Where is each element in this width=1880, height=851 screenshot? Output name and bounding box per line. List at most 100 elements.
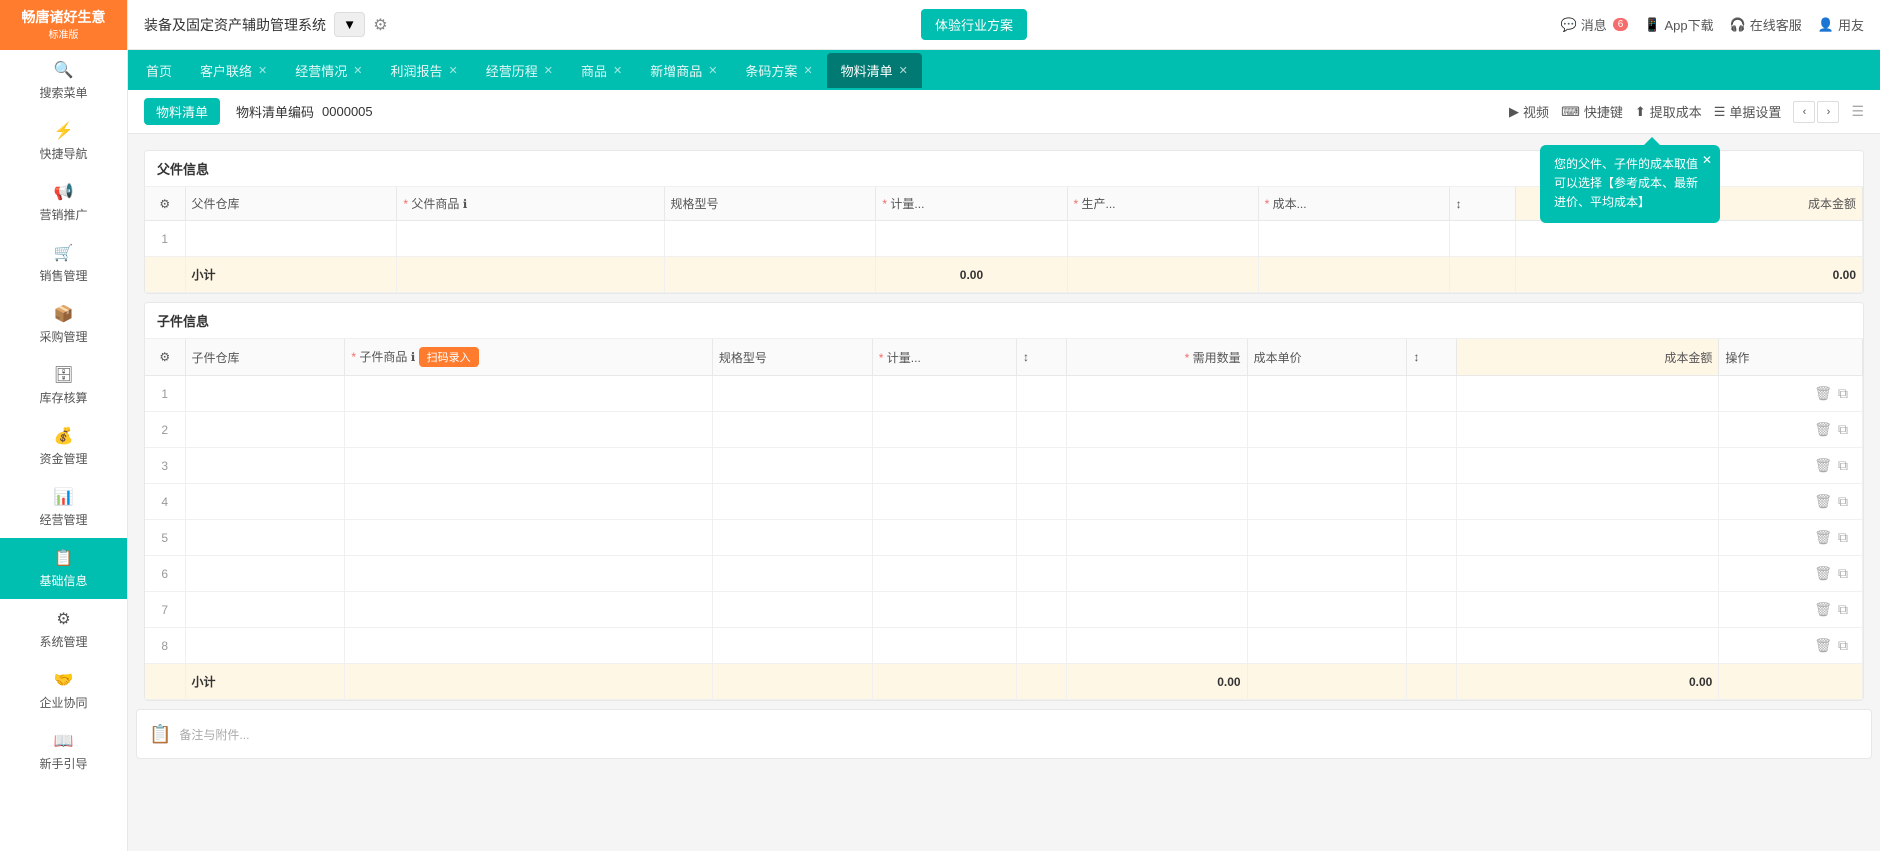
child-row-5-goods[interactable] [345,520,713,556]
parent-row-1-production[interactable] [1067,221,1258,257]
sidebar-item-search[interactable]: 🔍 搜索菜单 [0,50,127,111]
child-row-4-unit[interactable] [872,484,1016,520]
sidebar-item-system[interactable]: ⚙ 系统管理 [0,599,127,660]
child-row-4-delete-icon[interactable]: 🗑 [1814,493,1832,510]
child-row-7-delete-icon[interactable]: 🗑 [1814,601,1832,618]
child-row-2-unit-cost[interactable] [1247,412,1407,448]
child-row-2-goods[interactable] [345,412,713,448]
child-row-8-delete-icon[interactable]: 🗑 [1814,637,1832,654]
child-row-1-delete-icon[interactable]: 🗑 [1814,385,1832,402]
nav-tab-close-new_goods[interactable]: ✕ [708,64,717,77]
child-row-3-copy-icon[interactable]: ⧉ [1838,457,1848,474]
system-select[interactable]: ▼ [334,12,365,37]
child-row-7-spec[interactable] [712,592,872,628]
child-row-7-goods[interactable] [345,592,713,628]
child-row-1-unit[interactable] [872,376,1016,412]
message-item[interactable]: 💬 消息 6 [1561,15,1629,34]
parent-row-1-cost[interactable] [1258,221,1449,257]
sidebar-item-quick-nav[interactable]: ⚡ 快捷导航 [0,111,127,172]
child-row-5-unit[interactable] [872,520,1016,556]
nav-tab-close-operation[interactable]: ✕ [353,64,362,77]
shortcut-item[interactable]: ⌨ 快捷键 [1561,102,1623,121]
child-row-3-goods[interactable] [345,448,713,484]
tooltip-close-btn[interactable]: ✕ [1702,151,1712,170]
child-row-8-spec[interactable] [712,628,872,664]
nav-tab-close-history[interactable]: ✕ [544,64,553,77]
prev-arrow[interactable]: ‹ [1793,101,1815,123]
child-row-6-delete-icon[interactable]: 🗑 [1814,565,1832,582]
child-row-3-spec[interactable] [712,448,872,484]
view-item[interactable]: ▶ 视频 [1509,102,1549,121]
child-row-8-qty[interactable] [1066,628,1247,664]
sidebar-item-inventory[interactable]: 🗄 库存核算 [0,355,127,416]
child-row-2-copy-icon[interactable]: ⧉ [1838,421,1848,438]
single-settings-item[interactable]: ☰ 单据设置 [1714,102,1782,121]
child-row-6-goods[interactable] [345,556,713,592]
nav-tab-home[interactable]: 首页 [132,53,186,88]
sidebar-item-marketing[interactable]: 📢 营销推广 [0,172,127,233]
child-row-2-warehouse[interactable] [185,412,345,448]
parent-row-1-unit[interactable] [876,221,1067,257]
child-row-8-copy-icon[interactable]: ⧉ [1838,637,1848,654]
child-row-1-warehouse[interactable] [185,376,345,412]
sidebar-item-finance[interactable]: 💰 资金管理 [0,416,127,477]
child-row-3-unit-cost[interactable] [1247,448,1407,484]
child-row-2-unit[interactable] [872,412,1016,448]
child-row-4-goods[interactable] [345,484,713,520]
user-item[interactable]: 👤 用友 [1818,15,1864,34]
app-download-item[interactable]: 📱 App下载 [1644,15,1713,34]
child-row-7-warehouse[interactable] [185,592,345,628]
nav-tab-customer[interactable]: 客户联络✕ [186,53,281,88]
gear-icon[interactable]: ⚙ [373,15,387,35]
child-row-3-qty[interactable] [1066,448,1247,484]
parent-row-1-warehouse[interactable] [185,221,397,257]
nav-tab-new_goods[interactable]: 新增商品✕ [636,53,731,88]
child-row-6-unit[interactable] [872,556,1016,592]
sidebar-item-sales[interactable]: 🛒 销售管理 [0,233,127,294]
child-row-6-qty[interactable] [1066,556,1247,592]
nav-tab-history[interactable]: 经营历程✕ [472,53,567,88]
child-row-4-qty[interactable] [1066,484,1247,520]
child-row-6-spec[interactable] [712,556,872,592]
child-row-8-unit-cost[interactable] [1247,628,1407,664]
tab-bom-list[interactable]: 物料清单 [144,98,220,125]
sidebar-item-operation-mgr[interactable]: 📊 经营管理 [0,477,127,538]
online-service-item[interactable]: 🎧 在线客服 [1730,15,1802,34]
next-arrow[interactable]: › [1817,101,1839,123]
child-row-1-goods[interactable] [345,376,713,412]
child-row-4-warehouse[interactable] [185,484,345,520]
child-row-8-warehouse[interactable] [185,628,345,664]
extract-cost-item[interactable]: ⬆ 提取成本 [1635,102,1702,121]
parent-row-1-spec[interactable] [664,221,876,257]
sidebar-item-basic-info[interactable]: 📋 基础信息 [0,538,127,599]
nav-tab-close-bom[interactable]: ✕ [899,64,908,77]
child-row-5-warehouse[interactable] [185,520,345,556]
child-row-3-warehouse[interactable] [185,448,345,484]
child-row-8-goods[interactable] [345,628,713,664]
child-row-6-copy-icon[interactable]: ⧉ [1838,565,1848,582]
child-row-4-spec[interactable] [712,484,872,520]
child-row-7-unit[interactable] [872,592,1016,628]
child-row-2-delete-icon[interactable]: 🗑 [1814,421,1832,438]
child-row-6-unit-cost[interactable] [1247,556,1407,592]
child-row-7-unit-cost[interactable] [1247,592,1407,628]
child-row-4-unit-cost[interactable] [1247,484,1407,520]
nav-tab-close-profit[interactable]: ✕ [449,64,458,77]
child-row-1-qty[interactable] [1066,376,1247,412]
nav-tab-profit[interactable]: 利润报告✕ [376,53,471,88]
child-row-1-spec[interactable] [712,376,872,412]
nav-tab-operation[interactable]: 经营情况✕ [281,53,376,88]
child-row-7-copy-icon[interactable]: ⧉ [1838,601,1848,618]
child-row-2-qty[interactable] [1066,412,1247,448]
child-row-3-delete-icon[interactable]: 🗑 [1814,457,1832,474]
child-row-4-copy-icon[interactable]: ⧉ [1838,493,1848,510]
child-row-5-delete-icon[interactable]: 🗑 [1814,529,1832,546]
child-row-3-unit[interactable] [872,448,1016,484]
child-row-7-qty[interactable] [1066,592,1247,628]
child-row-5-spec[interactable] [712,520,872,556]
child-row-8-unit[interactable] [872,628,1016,664]
nav-tab-close-barcode[interactable]: ✕ [803,64,812,77]
nav-tab-goods[interactable]: 商品✕ [567,53,636,88]
child-row-1-copy-icon[interactable]: ⧉ [1838,385,1848,402]
child-row-1-unit-cost[interactable] [1247,376,1407,412]
